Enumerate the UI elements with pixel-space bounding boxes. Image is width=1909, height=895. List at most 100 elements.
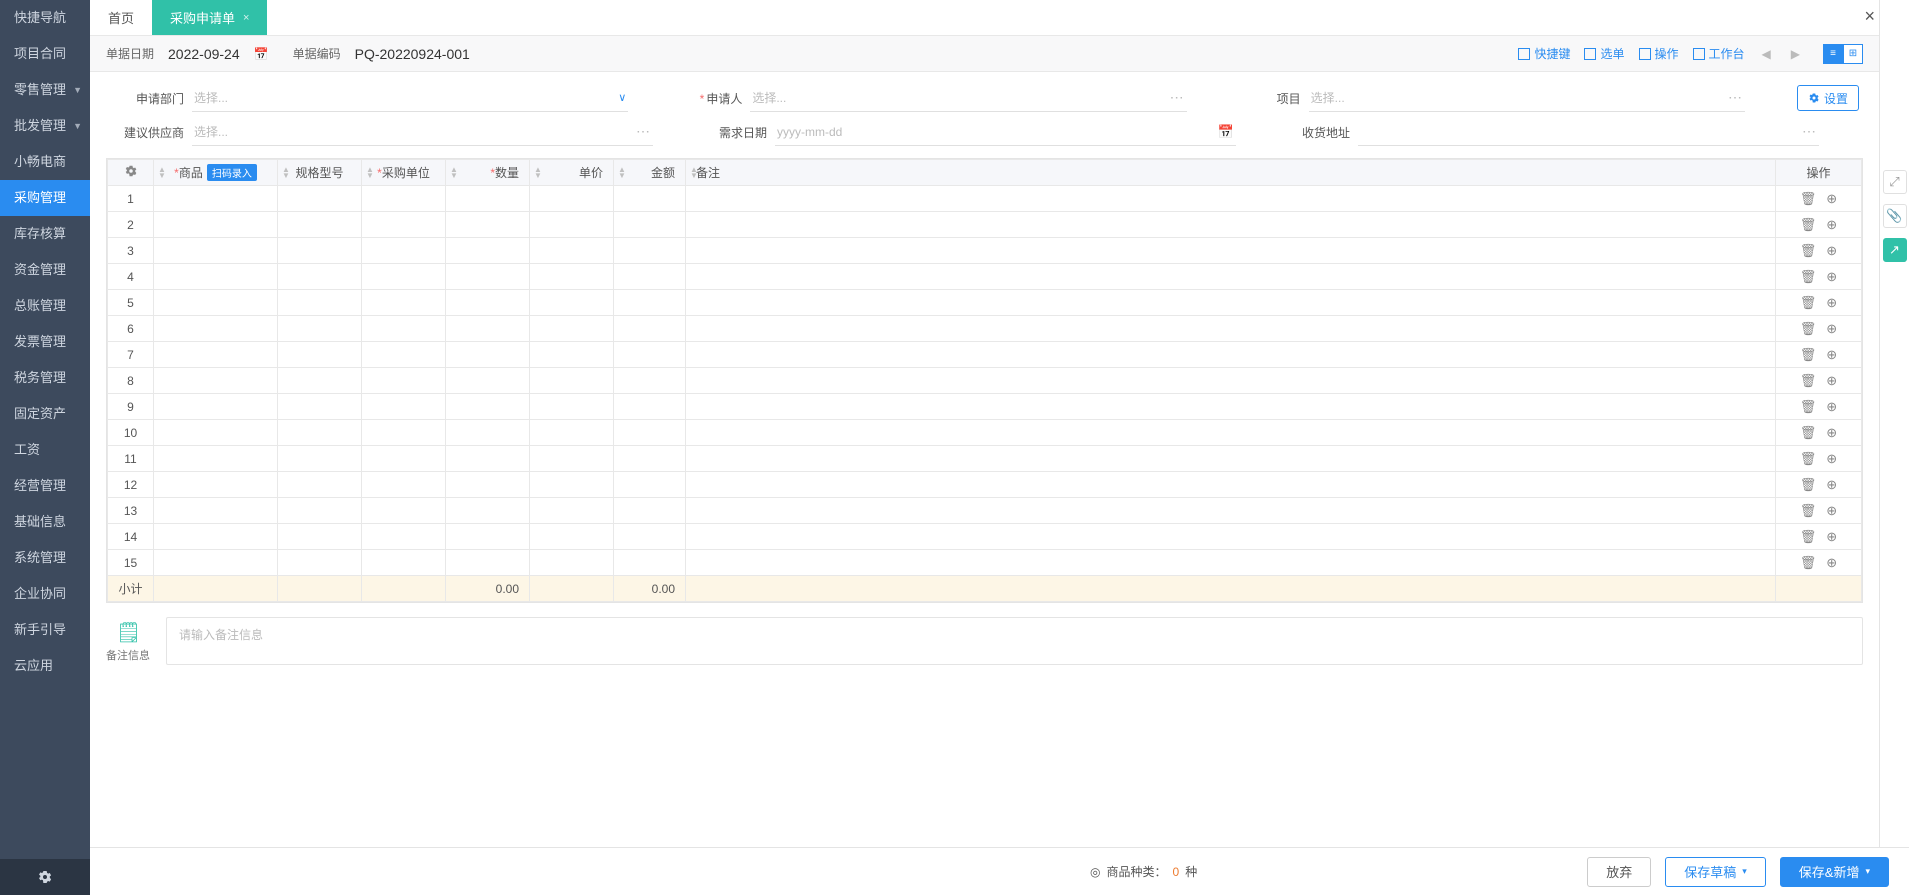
sidebar-settings[interactable]: [0, 859, 90, 895]
cell[interactable]: [686, 472, 1776, 498]
delete-row-icon[interactable]: 🗑: [1800, 243, 1817, 259]
add-row-icon[interactable]: ⊕: [1826, 243, 1837, 259]
sort-icon[interactable]: ▲▼: [158, 167, 166, 179]
cell[interactable]: [278, 498, 362, 524]
cell[interactable]: [362, 498, 446, 524]
delete-row-icon[interactable]: 🗑: [1800, 347, 1817, 363]
cell[interactable]: [446, 446, 530, 472]
cell[interactable]: [686, 264, 1776, 290]
cell[interactable]: [686, 368, 1776, 394]
cell[interactable]: [614, 472, 686, 498]
table-row[interactable]: 6🗑⊕: [108, 316, 1862, 342]
cell[interactable]: [278, 472, 362, 498]
cell[interactable]: [530, 238, 614, 264]
sidebar-item-1[interactable]: 项目合同: [0, 36, 90, 72]
table-row[interactable]: 11🗑⊕: [108, 446, 1862, 472]
cell[interactable]: [614, 238, 686, 264]
table-row[interactable]: 8🗑⊕: [108, 368, 1862, 394]
add-row-icon[interactable]: ⊕: [1826, 503, 1837, 519]
cell[interactable]: [686, 238, 1776, 264]
cell[interactable]: [686, 550, 1776, 576]
sidebar-item-4[interactable]: 小畅电商: [0, 144, 90, 180]
chevron-down-icon[interactable]: ∨: [618, 91, 626, 104]
sidebar-item-13[interactable]: 经营管理: [0, 468, 90, 504]
table-row[interactable]: 9🗑⊕: [108, 394, 1862, 420]
sidebar-item-9[interactable]: 发票管理: [0, 324, 90, 360]
delete-row-icon[interactable]: 🗑: [1800, 191, 1817, 207]
sidebar-item-3[interactable]: 批发管理▼: [0, 108, 90, 144]
field-input[interactable]: 选择...⋯: [192, 118, 653, 146]
cell[interactable]: [362, 420, 446, 446]
cell[interactable]: [278, 238, 362, 264]
cell[interactable]: [614, 368, 686, 394]
cell[interactable]: [530, 472, 614, 498]
save-new-button[interactable]: 保存&新增▾: [1780, 857, 1889, 887]
cell[interactable]: [686, 212, 1776, 238]
cell[interactable]: [530, 498, 614, 524]
tab-1[interactable]: 采购申请单×: [152, 0, 267, 35]
add-row-icon[interactable]: ⊕: [1826, 321, 1837, 337]
table-row[interactable]: 7🗑⊕: [108, 342, 1862, 368]
cell[interactable]: [614, 290, 686, 316]
sort-icon[interactable]: ▲▼: [450, 167, 458, 179]
delete-row-icon[interactable]: 🗑: [1800, 321, 1817, 337]
cell[interactable]: [278, 550, 362, 576]
sidebar-item-5[interactable]: 采购管理: [0, 180, 90, 216]
cell[interactable]: [686, 290, 1776, 316]
cell[interactable]: [446, 316, 530, 342]
cell[interactable]: [154, 498, 278, 524]
cell[interactable]: [614, 186, 686, 212]
add-row-icon[interactable]: ⊕: [1826, 269, 1837, 285]
cell[interactable]: [446, 550, 530, 576]
cell[interactable]: [530, 420, 614, 446]
more-icon[interactable]: ⋯: [1728, 89, 1743, 106]
cell[interactable]: [278, 368, 362, 394]
cell[interactable]: [614, 342, 686, 368]
cell[interactable]: [154, 550, 278, 576]
save-draft-button[interactable]: 保存草稿▾: [1665, 857, 1766, 887]
cell[interactable]: [154, 342, 278, 368]
cell[interactable]: [154, 316, 278, 342]
delete-row-icon[interactable]: 🗑: [1800, 477, 1817, 493]
header-link-1[interactable]: 选单: [1584, 45, 1624, 62]
add-row-icon[interactable]: ⊕: [1826, 347, 1837, 363]
delete-row-icon[interactable]: 🗑: [1800, 425, 1817, 441]
table-row[interactable]: 13🗑⊕: [108, 498, 1862, 524]
cell[interactable]: [686, 446, 1776, 472]
view-mode-0[interactable]: ≡: [1823, 44, 1843, 64]
add-row-icon[interactable]: ⊕: [1826, 191, 1837, 207]
cell[interactable]: [154, 264, 278, 290]
table-gear-header[interactable]: [108, 160, 154, 186]
cell[interactable]: [614, 446, 686, 472]
cell[interactable]: [154, 368, 278, 394]
table-row[interactable]: 5🗑⊕: [108, 290, 1862, 316]
cell[interactable]: [614, 420, 686, 446]
delete-row-icon[interactable]: 🗑: [1800, 555, 1817, 571]
cell[interactable]: [530, 394, 614, 420]
cell[interactable]: [530, 446, 614, 472]
cell[interactable]: [614, 394, 686, 420]
sidebar-item-2[interactable]: 零售管理▼: [0, 72, 90, 108]
cell[interactable]: [154, 446, 278, 472]
cell[interactable]: [362, 290, 446, 316]
cell[interactable]: [530, 290, 614, 316]
cell[interactable]: [530, 524, 614, 550]
add-row-icon[interactable]: ⊕: [1826, 425, 1837, 441]
field-input[interactable]: ⋯: [1358, 118, 1819, 146]
view-mode-1[interactable]: ⊞: [1843, 44, 1863, 64]
doc-date-value[interactable]: 2022-09-24: [168, 46, 240, 62]
field-input[interactable]: yyyy-mm-dd📅: [775, 118, 1236, 146]
cell[interactable]: [686, 524, 1776, 550]
prev-doc-button[interactable]: ◀: [1759, 47, 1774, 61]
cell[interactable]: [278, 290, 362, 316]
cell[interactable]: [686, 498, 1776, 524]
table-row[interactable]: 12🗑⊕: [108, 472, 1862, 498]
sidebar-item-18[interactable]: 云应用: [0, 648, 90, 684]
table-row[interactable]: 14🗑⊕: [108, 524, 1862, 550]
header-link-0[interactable]: 快捷键: [1518, 45, 1570, 62]
table-row[interactable]: 4🗑⊕: [108, 264, 1862, 290]
col-spec[interactable]: ▲▼规格型号: [278, 160, 362, 186]
cell[interactable]: [446, 368, 530, 394]
cell[interactable]: [278, 186, 362, 212]
cell[interactable]: [686, 420, 1776, 446]
